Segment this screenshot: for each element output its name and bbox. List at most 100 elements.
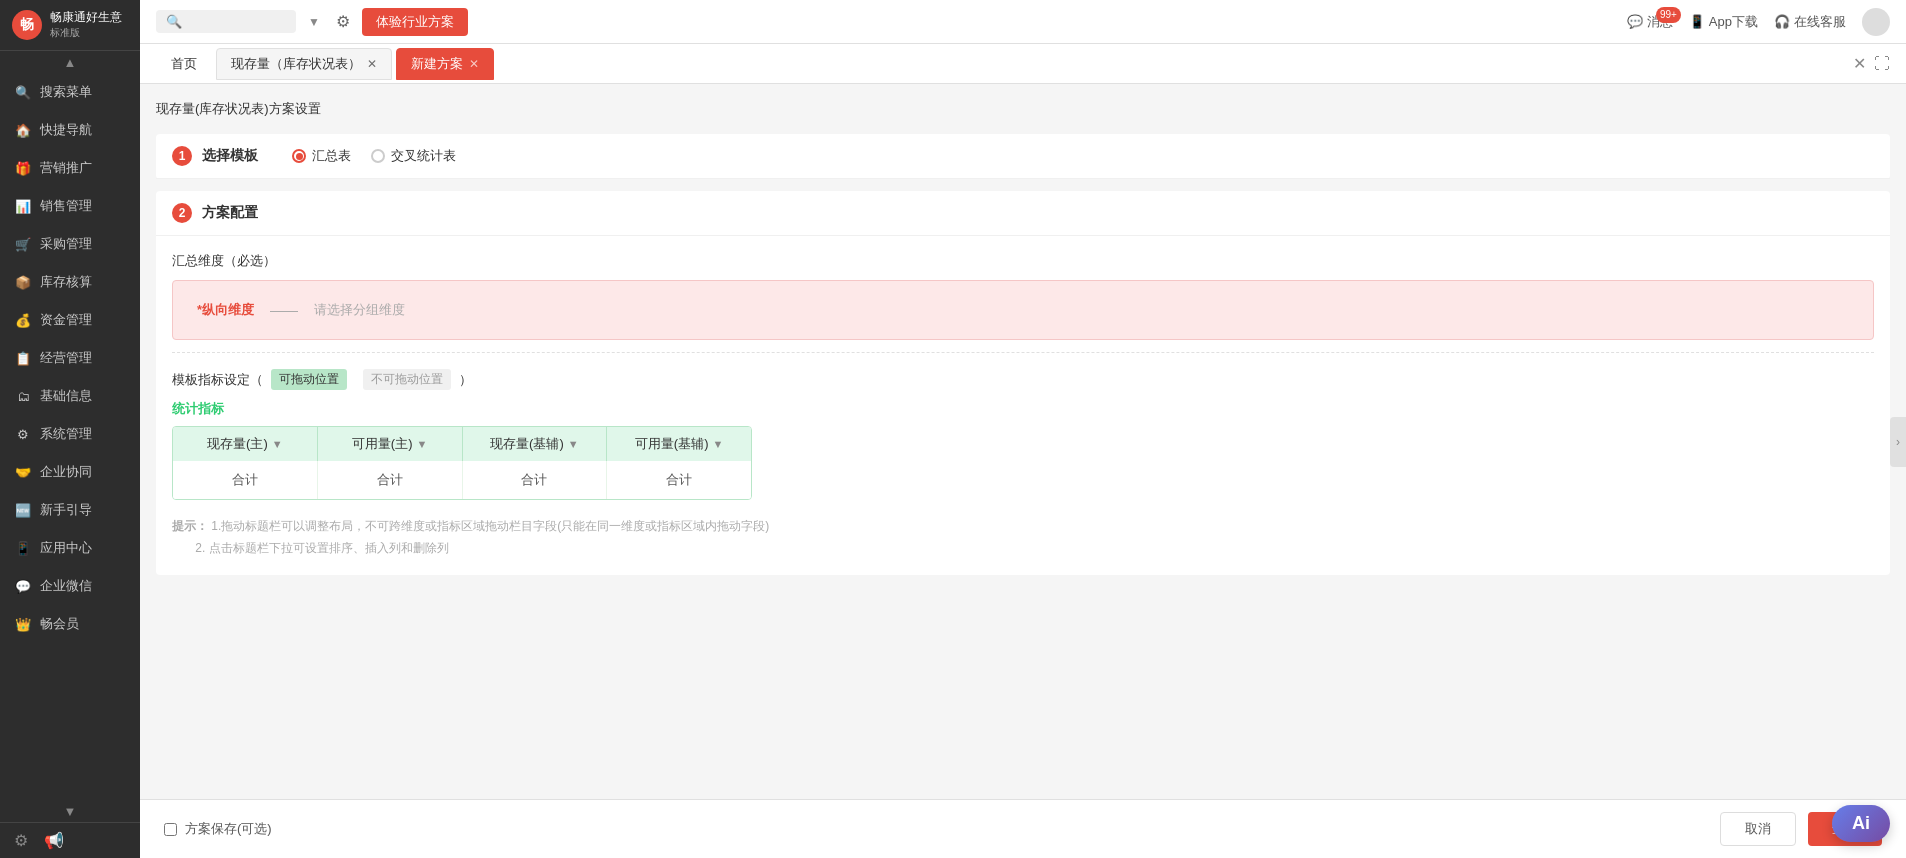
user-avatar[interactable] (1862, 8, 1890, 36)
save-label: 方案保存(可选) (185, 820, 272, 838)
sidebar-item-label: 企业协同 (40, 463, 92, 481)
tabs-right-actions: ✕ ⛶ (1853, 54, 1890, 73)
sidebar-item-member[interactable]: 👑 畅会员 (0, 605, 140, 643)
footer-save: 方案保存(可选) (164, 820, 272, 838)
tabs-bar: 首页 现存量（库存状况表） ✕ 新建方案 ✕ ✕ ⛶ (140, 44, 1906, 84)
maximize-icon[interactable]: ⛶ (1874, 55, 1890, 73)
dimension-placeholder: 请选择分组维度 (314, 301, 405, 319)
tab-new-scheme[interactable]: 新建方案 ✕ (396, 48, 494, 80)
sidebar-item-basic[interactable]: 🗂 基础信息 (0, 377, 140, 415)
stats-table-body: 合计 合计 合计 合计 (173, 461, 751, 499)
message-button[interactable]: 💬 消息 99+ (1627, 13, 1673, 31)
chart-icon: 📊 (14, 197, 32, 215)
stats-body-col1: 合计 (173, 461, 318, 499)
radio-summary[interactable]: 汇总表 (292, 147, 351, 165)
sidebar-item-wechat[interactable]: 💬 企业微信 (0, 567, 140, 605)
tab-inventory-close[interactable]: ✕ (367, 57, 377, 71)
sidebar-item-label: 企业微信 (40, 577, 92, 595)
topbar-gear-icon[interactable]: ⚙ (336, 12, 350, 31)
radio-summary-dot (292, 149, 306, 163)
trial-btn[interactable]: 体验行业方案 (362, 8, 468, 36)
sidebar-scroll-up[interactable]: ▲ (0, 51, 140, 73)
tab-inventory[interactable]: 现存量（库存状况表） ✕ (216, 48, 392, 80)
tab-new-scheme-close[interactable]: ✕ (469, 57, 479, 71)
sidebar-item-label: 销售管理 (40, 197, 92, 215)
sidebar-item-search[interactable]: 🔍 搜索菜单 (0, 73, 140, 111)
service-icon: 🎧 (1774, 14, 1790, 29)
stats-table-header: 现存量(主) ▼ 可用量(主) ▼ 现存量(基辅) ▼ (173, 427, 751, 461)
money-icon: 💰 (14, 311, 32, 329)
sidebar-item-apps[interactable]: 📱 应用中心 (0, 529, 140, 567)
stats-body-col4: 合计 (607, 461, 751, 499)
search-input[interactable] (188, 15, 278, 29)
cancel-button[interactable]: 取消 (1720, 812, 1796, 846)
ai-button[interactable]: Ai (1832, 805, 1890, 842)
stats-header-col1-label: 现存量(主) (207, 435, 268, 453)
sidebar-nav: 🔍 搜索菜单 🏠 快捷导航 🎁 营销推广 📊 销售管理 🛒 采购管理 📦 库存核… (0, 73, 140, 800)
sidebar-item-inventory[interactable]: 📦 库存核算 (0, 263, 140, 301)
sidebar-item-sales[interactable]: 📊 销售管理 (0, 187, 140, 225)
home-icon: 🏠 (14, 121, 32, 139)
sidebar-item-operations[interactable]: 📋 经营管理 (0, 339, 140, 377)
sidebar-item-purchase[interactable]: 🛒 采购管理 (0, 225, 140, 263)
sidebar-item-label: 库存核算 (40, 273, 92, 291)
tab-home[interactable]: 首页 (156, 48, 212, 80)
handshake-icon: 🤝 (14, 463, 32, 481)
section2-body: 汇总维度（必选） *纵向维度 —— 请选择分组维度 模板指标设定（ 可拖动位置 … (156, 236, 1890, 575)
stats-body-col2: 合计 (318, 461, 463, 499)
sidebar-scroll-down[interactable]: ▼ (0, 800, 140, 822)
chevron-down-icon: ▼ (713, 438, 724, 450)
online-service-button[interactable]: 🎧 在线客服 (1774, 13, 1846, 31)
dimension-dash: —— (270, 302, 298, 318)
template-radio-group: 汇总表 交叉统计表 (292, 147, 456, 165)
stats-header-col3-label: 现存量(基辅) (490, 435, 564, 453)
app-download-button[interactable]: 📱 App下载 (1689, 13, 1758, 31)
chevron-down-icon: ▼ (417, 438, 428, 450)
stats-header-col2[interactable]: 可用量(主) ▼ (318, 427, 463, 461)
speaker-icon[interactable]: 📢 (44, 831, 64, 850)
indicator-settings: 模板指标设定（ 可拖动位置 不可拖动位置 ） 统计指标 现存量(主) ▼ (172, 369, 1874, 500)
search-menu-icon: 🔍 (14, 83, 32, 101)
sidebar-item-shortcut[interactable]: 🏠 快捷导航 (0, 111, 140, 149)
sidebar-item-label: 采购管理 (40, 235, 92, 253)
sidebar-item-guide[interactable]: 🆕 新手引导 (0, 491, 140, 529)
stats-header-col3[interactable]: 现存量(基辅) ▼ (463, 427, 608, 461)
tab-new-scheme-label: 新建方案 (411, 55, 463, 73)
dimension-box[interactable]: *纵向维度 —— 请选择分组维度 (172, 280, 1874, 340)
sidebar-item-marketing[interactable]: 🎁 营销推广 (0, 149, 140, 187)
stats-header-col1[interactable]: 现存量(主) ▼ (173, 427, 318, 461)
topbar-dropdown-icon[interactable]: ▼ (308, 15, 320, 29)
radio-cross[interactable]: 交叉统计表 (371, 147, 456, 165)
section2-header: 2 方案配置 (156, 191, 1890, 236)
tag-non-draggable: 不可拖动位置 (363, 369, 451, 390)
sidebar-item-finance[interactable]: 💰 资金管理 (0, 301, 140, 339)
tab-inventory-label: 现存量（库存状况表） (231, 55, 361, 73)
section1-header: 1 选择模板 汇总表 交叉统计表 (156, 134, 1890, 179)
topbar-search-box[interactable]: 🔍 (156, 10, 296, 33)
tag-draggable: 可拖动位置 (271, 369, 347, 390)
divider1 (172, 352, 1874, 353)
sidebar-item-corp[interactable]: 🤝 企业协同 (0, 453, 140, 491)
crown-icon: 👑 (14, 615, 32, 633)
dimension-label-text: 汇总维度（必选） (172, 253, 276, 268)
right-panel-toggle[interactable]: › (1890, 417, 1906, 467)
sidebar: 畅 畅康通好生意 标准版 ▲ 🔍 搜索菜单 🏠 快捷导航 🎁 营销推广 📊 销售… (0, 0, 140, 858)
sidebar-item-label: 新手引导 (40, 501, 92, 519)
settings-icon[interactable]: ⚙ (14, 831, 28, 850)
section-scheme-config: 2 方案配置 汇总维度（必选） *纵向维度 —— 请选择分组维度 模板指标设定（ (156, 191, 1890, 575)
sidebar-item-system[interactable]: ⚙ 系统管理 (0, 415, 140, 453)
ai-button-label: Ai (1852, 813, 1870, 834)
clipboard-icon: 📋 (14, 349, 32, 367)
minimize-icon[interactable]: ✕ (1853, 54, 1866, 73)
chevron-down-icon: ▼ (568, 438, 579, 450)
sidebar-bottom: ⚙ 📢 (0, 822, 140, 858)
gift-icon: 🎁 (14, 159, 32, 177)
stats-header-col4[interactable]: 可用量(基辅) ▼ (607, 427, 751, 461)
logo-letter: 畅 (20, 16, 34, 34)
section1-title: 选择模板 (202, 147, 258, 165)
stats-body-col3: 合计 (463, 461, 608, 499)
cart-icon: 🛒 (14, 235, 32, 253)
topbar: 🔍 ▼ ⚙ 体验行业方案 💬 消息 99+ 📱 App下载 🎧 在线客服 (140, 0, 1906, 44)
tips-line1: 1.拖动标题栏可以调整布局，不可跨维度或指标区域拖动栏目字段(只能在同一维度或指… (211, 519, 769, 533)
save-checkbox[interactable] (164, 823, 177, 836)
